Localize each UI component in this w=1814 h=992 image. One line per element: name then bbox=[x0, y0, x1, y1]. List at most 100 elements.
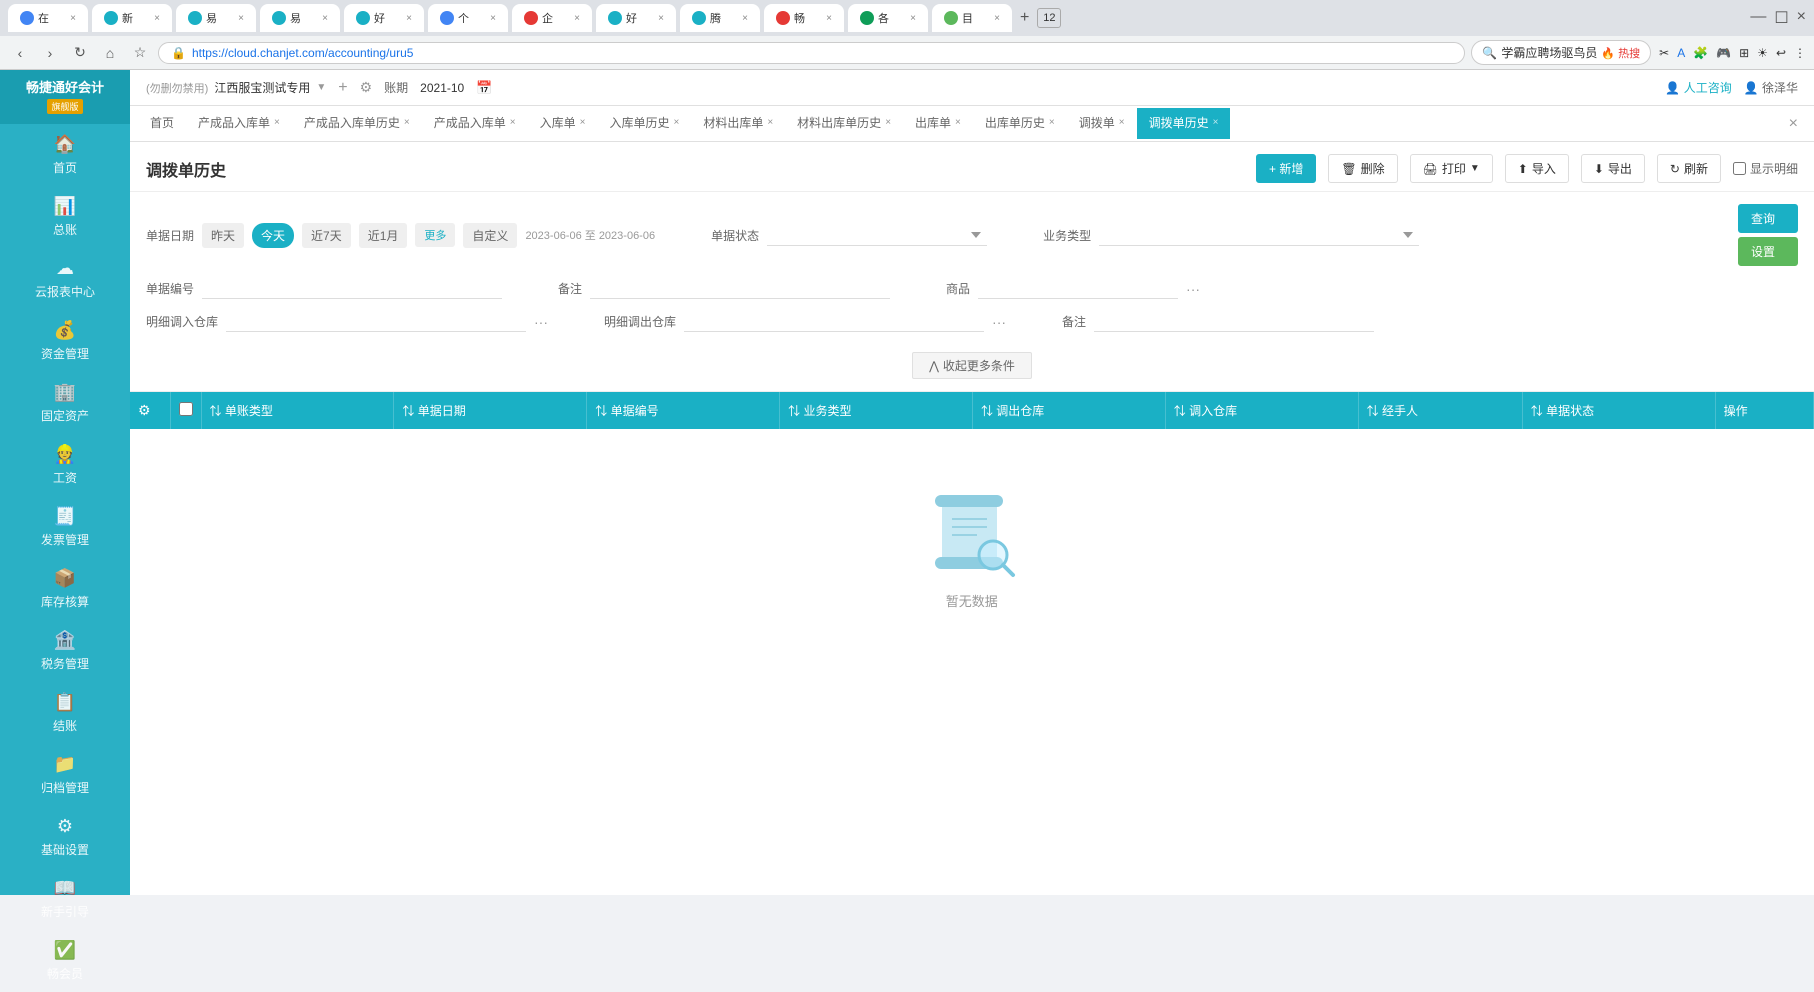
print-dropdown-icon[interactable]: ▼ bbox=[1470, 163, 1480, 174]
th-handler[interactable]: ⇅ 经手人 bbox=[1358, 392, 1522, 429]
sidebar-item-settings[interactable]: ⚙ 基础设置 bbox=[0, 806, 130, 868]
th-type[interactable]: ⇅ 单账类型 bbox=[201, 392, 394, 429]
translate-icon[interactable]: A bbox=[1677, 46, 1685, 60]
transfer-in-input[interactable] bbox=[226, 311, 526, 332]
import-button[interactable]: ⬆ 导入 bbox=[1505, 154, 1569, 183]
sidebar-item-fund[interactable]: 💰 资金管理 bbox=[0, 310, 130, 372]
page-tab-close-10[interactable]: × bbox=[1119, 117, 1125, 128]
page-tab-close-4[interactable]: × bbox=[580, 117, 586, 128]
page-tab-close-5[interactable]: × bbox=[673, 117, 679, 128]
transfer-out-more-icon[interactable]: ··· bbox=[992, 314, 1006, 330]
back-button[interactable]: ‹ bbox=[8, 41, 32, 65]
consult-link[interactable]: 👤 人工咨询 bbox=[1665, 79, 1731, 96]
tab-bar-close-icon[interactable]: × bbox=[1781, 115, 1806, 133]
tab-close-5[interactable]: × bbox=[406, 13, 412, 24]
th-date[interactable]: ⇅ 单据日期 bbox=[394, 392, 587, 429]
new-button[interactable]: + 新增 bbox=[1256, 154, 1316, 183]
page-tab-close-2[interactable]: × bbox=[404, 117, 410, 128]
scissors-icon[interactable]: ✂ bbox=[1659, 46, 1669, 60]
grid-icon[interactable]: ⊞ bbox=[1739, 46, 1749, 60]
tab-count-badge[interactable]: 12 bbox=[1037, 8, 1061, 28]
page-tab-2[interactable]: 产成品入库单历史 × bbox=[292, 108, 422, 139]
home-button[interactable]: ⌂ bbox=[98, 41, 122, 65]
browser-tab-10[interactable]: 畅 × bbox=[764, 4, 844, 32]
page-tab-home[interactable]: 首页 bbox=[138, 108, 186, 139]
date-btn-7days[interactable]: 近7天 bbox=[302, 223, 351, 248]
page-tab-10[interactable]: 调拨单 × bbox=[1067, 108, 1137, 139]
calendar-icon[interactable]: 📅 bbox=[476, 80, 492, 96]
th-settings[interactable]: ⚙ bbox=[130, 392, 170, 429]
tab-close-6[interactable]: × bbox=[490, 13, 496, 24]
select-all-checkbox[interactable] bbox=[179, 402, 193, 416]
th-no[interactable]: ⇅ 单据编号 bbox=[587, 392, 780, 429]
brightness-icon[interactable]: ☀ bbox=[1757, 46, 1768, 60]
biztype-select[interactable] bbox=[1099, 225, 1419, 246]
tab-close-12[interactable]: × bbox=[994, 13, 1000, 24]
display-detail-checkbox[interactable]: 显示明细 bbox=[1733, 160, 1798, 177]
browser-tab-4[interactable]: 易 × bbox=[260, 4, 340, 32]
th-out-warehouse[interactable]: ⇅ 调出仓库 bbox=[972, 392, 1165, 429]
sidebar-item-home[interactable]: 🏠 首页 bbox=[0, 124, 130, 186]
sidebar-item-archive[interactable]: 📁 归档管理 bbox=[0, 744, 130, 806]
company-selector[interactable]: (勿删勿禁用) 江西服宝测试专用 ▼ bbox=[146, 79, 326, 96]
settings-button[interactable]: 设置 bbox=[1738, 237, 1798, 266]
browser-tab-8[interactable]: 好 × bbox=[596, 4, 676, 32]
tab-close-9[interactable]: × bbox=[742, 13, 748, 24]
display-detail-input[interactable] bbox=[1733, 162, 1746, 175]
page-tab-close-8[interactable]: × bbox=[955, 117, 961, 128]
page-tab-11-active[interactable]: 调拨单历史 × bbox=[1137, 108, 1231, 139]
undo-icon[interactable]: ↩ bbox=[1776, 46, 1786, 60]
sidebar-item-fixed-assets[interactable]: 🏢 固定资产 bbox=[0, 372, 130, 434]
bookmark-button[interactable]: ☆ bbox=[128, 41, 152, 65]
collapse-button[interactable]: ⋀ 收起更多条件 bbox=[912, 352, 1032, 379]
page-tab-close-3[interactable]: × bbox=[510, 117, 516, 128]
page-tab-close-1[interactable]: × bbox=[274, 117, 280, 128]
sidebar-item-inventory[interactable]: 📦 库存核算 bbox=[0, 558, 130, 620]
date-btn-custom[interactable]: 自定义 bbox=[463, 223, 517, 248]
sidebar-item-invoice[interactable]: 🧾 发票管理 bbox=[0, 496, 130, 558]
profile-icon[interactable]: 🎮 bbox=[1716, 46, 1731, 60]
docno-input[interactable] bbox=[202, 278, 502, 299]
page-tab-9[interactable]: 出库单历史 × bbox=[973, 108, 1067, 139]
th-checkbox[interactable] bbox=[170, 392, 201, 429]
sidebar-item-closing[interactable]: 📋 结账 bbox=[0, 682, 130, 744]
note-input[interactable] bbox=[1094, 311, 1374, 332]
page-tab-6[interactable]: 材料出库单 × bbox=[691, 108, 785, 139]
tab-close-10[interactable]: × bbox=[826, 13, 832, 24]
period-value[interactable]: 2021-10 bbox=[420, 81, 464, 95]
transfer-in-more-icon[interactable]: ··· bbox=[534, 314, 548, 330]
goods-more-icon[interactable]: ··· bbox=[1186, 281, 1200, 297]
date-btn-more[interactable]: 更多 bbox=[415, 223, 455, 247]
tab-close-7[interactable]: × bbox=[574, 13, 580, 24]
date-btn-today[interactable]: 今天 bbox=[252, 223, 294, 248]
extensions-icon[interactable]: 🧩 bbox=[1693, 46, 1708, 60]
new-tab-button[interactable]: + bbox=[1020, 9, 1029, 27]
page-tab-4[interactable]: 入库单 × bbox=[528, 108, 598, 139]
menu-icon[interactable]: ⋮ bbox=[1794, 46, 1806, 60]
browser-tab-12[interactable]: 目 × bbox=[932, 4, 1012, 32]
page-tab-1[interactable]: 产成品入库单 × bbox=[186, 108, 292, 139]
th-status[interactable]: ⇅ 单据状态 bbox=[1522, 392, 1715, 429]
page-tab-close-9[interactable]: × bbox=[1049, 117, 1055, 128]
date-btn-1month[interactable]: 近1月 bbox=[359, 223, 408, 248]
page-tab-8[interactable]: 出库单 × bbox=[903, 108, 973, 139]
tab-close-11[interactable]: × bbox=[910, 13, 916, 24]
user-avatar[interactable]: 👤 徐泽华 bbox=[1744, 79, 1798, 96]
close-button[interactable]: × bbox=[1797, 8, 1806, 28]
sidebar-item-vip[interactable]: ✅ 畅会员 bbox=[0, 930, 130, 992]
table-settings-icon[interactable]: ⚙ bbox=[138, 402, 151, 418]
sidebar-item-tax[interactable]: 🏦 税务管理 bbox=[0, 620, 130, 682]
page-tab-7[interactable]: 材料出库单历史 × bbox=[785, 108, 903, 139]
minimize-button[interactable]: — bbox=[1750, 8, 1766, 28]
tab-close-2[interactable]: × bbox=[154, 13, 160, 24]
refresh-button[interactable]: ↻ 刷新 bbox=[1657, 154, 1721, 183]
export-button[interactable]: ⬇ 导出 bbox=[1581, 154, 1645, 183]
th-biztype[interactable]: ⇅ 业务类型 bbox=[780, 392, 973, 429]
search-bar[interactable]: 🔍 学霸应聘场驱鸟员 🔥 热搜 bbox=[1471, 40, 1651, 65]
browser-tab-9[interactable]: 腾 × bbox=[680, 4, 760, 32]
status-select[interactable] bbox=[767, 225, 987, 246]
transfer-out-input[interactable] bbox=[684, 311, 984, 332]
page-tab-5[interactable]: 入库单历史 × bbox=[597, 108, 691, 139]
date-btn-yesterday[interactable]: 昨天 bbox=[202, 223, 244, 248]
sidebar-item-salary[interactable]: 👷 工资 bbox=[0, 434, 130, 496]
